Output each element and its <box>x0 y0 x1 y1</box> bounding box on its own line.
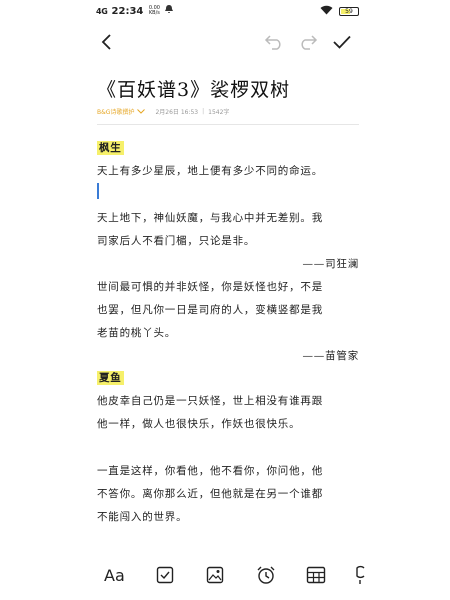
note-char-count: 1542字 <box>208 109 230 116</box>
checkbox-icon <box>156 566 174 584</box>
table-icon <box>306 566 326 584</box>
font-style-button[interactable]: Aa <box>104 564 125 586</box>
meta-divider: | <box>202 108 205 115</box>
save-button[interactable] <box>330 30 354 54</box>
checklist-button[interactable] <box>156 564 174 586</box>
format-bar: Aa <box>0 560 450 590</box>
back-button[interactable] <box>95 30 119 54</box>
notification-icon <box>165 5 174 17</box>
paragraph-line: 一直是这样，你看他，他不看你，你问他，他 <box>97 465 323 477</box>
paragraph-line: 也罢，但凡你一日是司府的人，变横竖都是我 <box>97 304 323 316</box>
network-indicator: 4G <box>96 6 108 16</box>
battery-level: 59 <box>345 8 353 15</box>
insert-table-button[interactable] <box>306 564 326 586</box>
chevron-left-icon <box>101 34 111 50</box>
section-heading: 夏鱼 <box>97 371 124 385</box>
checkmark-icon <box>333 35 351 49</box>
note-date: 2月26日 16:53 <box>155 109 199 116</box>
status-bar: 4G 22:34 0.00 KB/s 59 <box>0 0 450 22</box>
editor-toolbar <box>0 28 450 56</box>
undo-icon <box>264 35 281 50</box>
image-icon <box>206 566 224 584</box>
quote-signature: ——苗管家 <box>302 350 359 362</box>
redo-button[interactable] <box>296 30 320 54</box>
font-style-label: Aa <box>104 565 125 585</box>
folder-selector[interactable]: B&G诗歌撰护 <box>97 107 146 116</box>
quote-signature: ——司狂澜 <box>302 258 359 270</box>
paragraph-line: 司家后人不看门楣，只论是非。 <box>97 235 256 247</box>
redo-icon <box>301 35 318 50</box>
folder-label: B&G诗歌撰护 <box>97 109 135 116</box>
insert-image-button[interactable] <box>206 564 224 586</box>
paragraph-line: 他皮幸自己仍是一只妖怪，世上相没有谁再跟 <box>97 395 323 407</box>
reminder-button[interactable] <box>256 564 276 586</box>
network-speed: 0.00 KB/s <box>148 5 160 16</box>
paragraph-line: 老苗的桃丫头。 <box>97 327 177 339</box>
paragraph-line: 世间最可惧的并非妖怪，你是妖怪也好，不是 <box>97 281 323 293</box>
undo-button[interactable] <box>262 30 286 54</box>
paragraph-line: 天上地下，神仙妖魔，与我心中并无差别。我 <box>97 212 323 224</box>
voice-input-button[interactable] <box>354 564 366 586</box>
microphone-icon <box>356 565 365 584</box>
paragraph-line: 不答你。离你那么近，但他就是在另一个谁都 <box>97 488 323 500</box>
clock: 22:34 <box>111 5 144 17</box>
paragraph-line: 他一样，做人也很快乐，作妖也很快乐。 <box>97 418 301 430</box>
note-meta: B&G诗歌撰护 2月26日 16:53 | 1542字 <box>97 107 229 116</box>
text-cursor <box>97 183 99 199</box>
battery-icon: 59 <box>339 7 359 16</box>
section-heading: 枫生 <box>97 141 124 155</box>
alarm-clock-icon <box>257 566 275 584</box>
wifi-icon <box>320 5 333 18</box>
paragraph-line: 天上有多少星辰，地上便有多少不同的命运。 <box>97 165 323 177</box>
chevron-down-icon <box>137 109 146 114</box>
note-title[interactable]: 《百妖谱3》裟椤双树 <box>97 75 290 102</box>
title-divider <box>97 124 359 125</box>
paragraph-line: 不能闯入的世界。 <box>97 511 188 523</box>
